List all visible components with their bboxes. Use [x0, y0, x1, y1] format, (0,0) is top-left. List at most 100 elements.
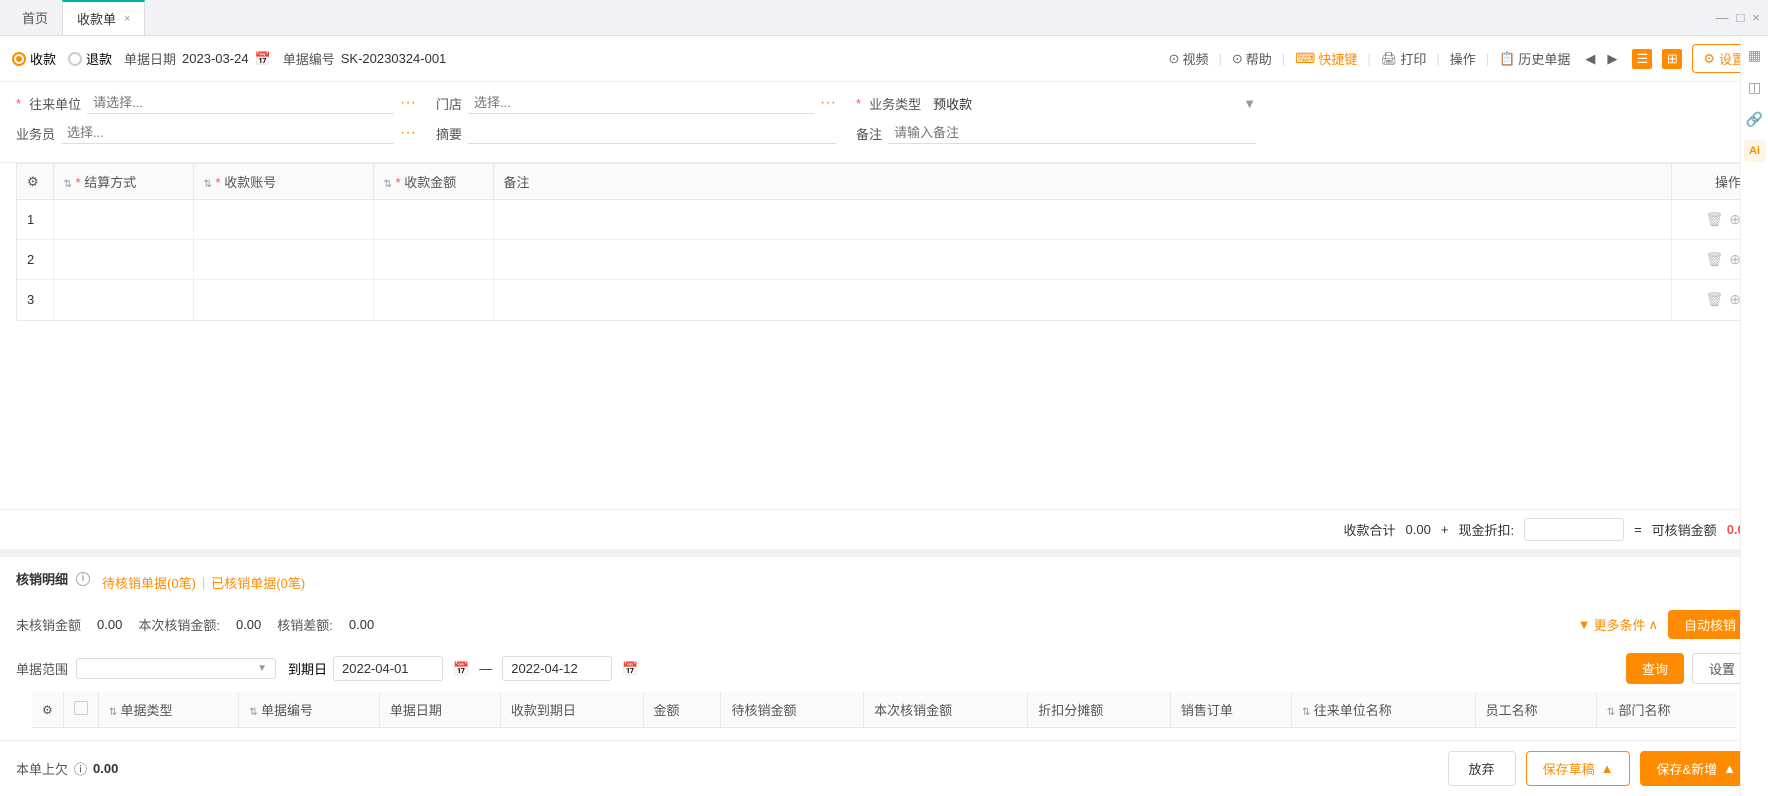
summary-field: 摘要 — [436, 122, 836, 144]
receipt-table-section: ⚙ ⇅ * 结算方式 ⇅ * 收款账号 ⇅ — [0, 163, 1768, 509]
query-btn[interactable]: 查询 — [1626, 653, 1684, 684]
date-from-input[interactable] — [333, 656, 443, 681]
row-1-account[interactable] — [193, 200, 373, 240]
tab-receipt-close[interactable]: × — [124, 13, 130, 25]
date-to-input[interactable] — [502, 656, 612, 681]
receipt-table: ⚙ ⇅ * 结算方式 ⇅ * 收款账号 ⇅ — [17, 164, 1751, 320]
history-icon: 📋 — [1499, 51, 1515, 67]
row-2-delete-icon[interactable]: 🗑 — [1705, 251, 1723, 268]
tab-home[interactable]: 首页 — [8, 0, 62, 35]
receipt-type-group: 收款 退款 — [12, 49, 112, 68]
date-range-label: 到期日 — [288, 659, 327, 678]
staff-input[interactable] — [61, 122, 394, 144]
th-ops: 操作 — [1671, 164, 1751, 200]
biz-type-required: * — [856, 96, 861, 111]
staff-more-btn[interactable]: ··· — [400, 124, 416, 142]
date-from-calendar-icon[interactable]: 📅 — [453, 661, 469, 677]
writeoff-info-icon[interactable]: i — [76, 572, 90, 586]
help-btn[interactable]: ⊙ 帮助 — [1232, 49, 1272, 68]
abandon-btn[interactable]: 放弃 — [1448, 751, 1516, 786]
th-current: 本次核销金额 — [864, 692, 1028, 728]
save-new-arrow-icon[interactable]: ▲ — [1723, 761, 1736, 776]
nav-prev[interactable]: ◀ — [1580, 49, 1600, 69]
remark-input[interactable] — [888, 122, 1256, 144]
writeoff-filter-row: 单据范围 ▼ 到期日 📅 — 📅 查询 设置 — [16, 653, 1752, 684]
counterpart-input[interactable] — [87, 92, 394, 114]
row-3-account[interactable] — [193, 280, 373, 320]
th-dept: ⇅ 部门名称 — [1596, 692, 1736, 728]
done-tab[interactable]: 已核销单据(0笔) — [211, 573, 305, 592]
receipt-table-wrapper: ⚙ ⇅ * 结算方式 ⇅ * 收款账号 ⇅ — [16, 163, 1752, 321]
nav-next[interactable]: ▶ — [1602, 49, 1622, 69]
video-btn[interactable]: ⊙ 视频 — [1169, 49, 1209, 68]
list-view-btn[interactable]: ☰ — [1632, 49, 1652, 69]
discount-input[interactable] — [1524, 518, 1624, 541]
minimize-btn[interactable]: — — [1716, 10, 1729, 25]
sep4: | — [1436, 51, 1439, 66]
history-btn[interactable]: 📋 历史单据 — [1499, 49, 1570, 68]
save-draft-arrow-icon[interactable]: ▲ — [1601, 761, 1614, 776]
th-checkbox[interactable] — [63, 692, 98, 728]
save-new-btn[interactable]: 保存&新增 ▲ — [1640, 751, 1752, 786]
ops-btn[interactable]: 操作 — [1450, 49, 1476, 68]
help-icon: ⊙ — [1232, 51, 1243, 67]
print-icon: 🖨 — [1381, 51, 1398, 67]
sep3: | — [1367, 51, 1370, 66]
pending-tab[interactable]: 待核销单据(0笔) — [102, 573, 196, 592]
biz-type-arrow[interactable]: ▼ — [1243, 96, 1256, 111]
radio-receipt[interactable]: 收款 — [12, 49, 56, 68]
help-label: 帮助 — [1246, 49, 1272, 68]
save-draft-btn[interactable]: 保存草稿 ▲ — [1526, 751, 1631, 786]
maximize-btn[interactable]: □ — [1737, 10, 1745, 25]
number-field: 单据编号 SK-20230324-001 — [283, 49, 447, 68]
staff-field: 业务员 ··· — [16, 122, 416, 144]
row-2-amount[interactable] — [373, 240, 493, 280]
nav-arrows: ◀ ▶ — [1580, 49, 1622, 69]
date-to-calendar-icon[interactable]: 📅 — [622, 661, 638, 677]
bottom-actions: 放弃 保存草稿 ▲ 保存&新增 ▲ — [1448, 751, 1752, 786]
th-amount: 金额 — [643, 692, 721, 728]
store-label: 门店 — [436, 94, 462, 113]
th-amount: ⇅ * 收款金额 — [373, 164, 493, 200]
row-2-remark[interactable] — [493, 240, 1671, 280]
plus-sign: + — [1441, 522, 1449, 537]
summary-label: 摘要 — [436, 124, 462, 143]
shortcut-btn[interactable]: ⌨ 快捷键 — [1295, 49, 1357, 68]
row-1-settlement[interactable] — [53, 200, 193, 240]
store-input[interactable] — [468, 92, 814, 114]
form-view-btn[interactable]: ⊞ — [1662, 49, 1682, 69]
row-3-amount[interactable] — [373, 280, 493, 320]
select-all-checkbox[interactable] — [74, 701, 88, 715]
row-1-remark[interactable] — [493, 200, 1671, 240]
th-settings[interactable]: ⚙ — [17, 164, 53, 200]
print-btn[interactable]: 🖨 打印 — [1381, 49, 1427, 68]
tab-receipt[interactable]: 收款单 × — [62, 0, 145, 35]
scope-dropdown[interactable]: ▼ — [76, 658, 276, 679]
uncancelled-value: 0.00 — [97, 617, 122, 632]
bottom-info-icon: ⓘ — [74, 759, 87, 778]
panel-doc-icon[interactable]: ◫ — [1744, 76, 1766, 98]
bottom-bar: 本单上欠 ⓘ 0.00 放弃 保存草稿 ▲ 保存&新增 ▲ — [0, 740, 1768, 796]
counterpart-more-btn[interactable]: ··· — [400, 94, 416, 112]
th-sales-order: 销售订单 — [1170, 692, 1291, 728]
date-value[interactable]: 2023-03-24 — [182, 51, 249, 66]
close-btn[interactable]: × — [1752, 10, 1760, 25]
calendar-icon[interactable]: 📅 — [255, 51, 271, 67]
row-2-account[interactable] — [193, 240, 373, 280]
panel-table-icon[interactable]: ▦ — [1744, 44, 1766, 66]
th-settings2[interactable]: ⚙ — [32, 692, 63, 728]
row-2-settlement[interactable] — [53, 240, 193, 280]
row-3-settlement[interactable] — [53, 280, 193, 320]
row-1-amount[interactable] — [373, 200, 493, 240]
row-3-remark[interactable] — [493, 280, 1671, 320]
more-conditions-btn[interactable]: ▼ 更多条件 ∧ — [1578, 615, 1658, 634]
panel-ai-icon[interactable]: Ai — [1744, 140, 1766, 162]
radio-refund[interactable]: 退款 — [68, 49, 112, 68]
row-3-delete-icon[interactable]: 🗑 — [1705, 291, 1723, 308]
bottom-info-label: 本单上欠 — [16, 759, 68, 778]
row-1-delete-icon[interactable]: 🗑 — [1705, 211, 1723, 228]
summary-input[interactable] — [468, 122, 836, 144]
store-more-btn[interactable]: ··· — [820, 94, 836, 112]
panel-link-icon[interactable]: 🔗 — [1744, 108, 1766, 130]
table-row: 2 🗑 ⊕ — [17, 240, 1751, 280]
